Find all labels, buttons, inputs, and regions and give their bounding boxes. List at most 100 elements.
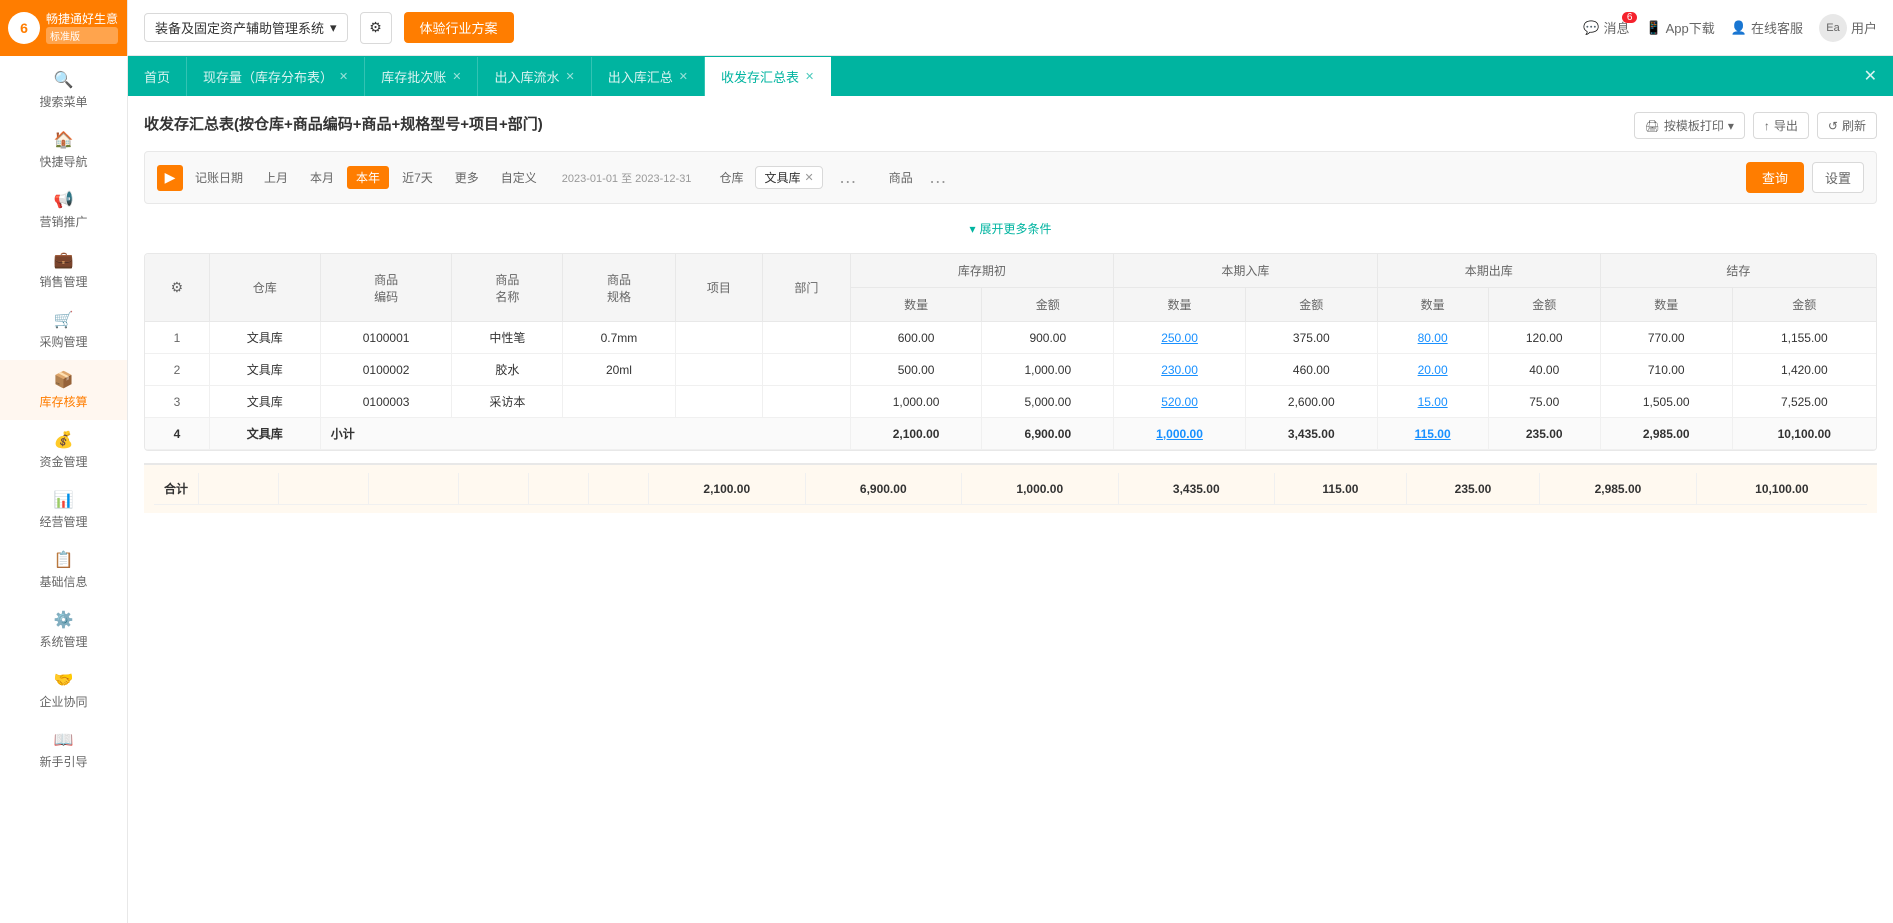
cell-dept: [763, 322, 851, 354]
subtotal-warehouse: 文具库: [209, 418, 320, 450]
online-service-button[interactable]: 👤 在线客服: [1731, 18, 1803, 37]
date-option-本月[interactable]: 本月: [301, 166, 343, 189]
sidebar-item-inventory[interactable]: 📦库存核算: [0, 360, 127, 420]
purchase-icon: 🛒: [54, 310, 74, 330]
column-settings-icon[interactable]: ⚙: [171, 279, 184, 295]
date-range-text: 2023-01-01 至 2023-12-31: [562, 170, 692, 186]
app-download-label: App下载: [1666, 18, 1715, 37]
user-menu-button[interactable]: Ea 用户: [1819, 14, 1877, 42]
cell-balance-amt: 1,420.00: [1732, 354, 1876, 386]
total-footer: 合计 2,100.00 6,900.00 1,000.00 3,435.00 1…: [144, 463, 1877, 513]
sidebar-nav: 🔍搜索菜单🏠快捷导航📢营销推广💼销售管理🛒采购管理📦库存核算💰资金管理📊经营管理…: [0, 56, 127, 923]
sidebar-item-collab[interactable]: 🤝企业协同: [0, 660, 127, 720]
tab-[interactable]: 库存批次账 ✕: [365, 57, 478, 96]
tab-close-icon[interactable]: ✕: [566, 70, 575, 83]
cell-out-qty[interactable]: 80.00: [1377, 322, 1488, 354]
data-table-wrap: ⚙ 仓库 商品编码 商品名称 商品规格 项目 部门 库存期初 本期入库 本期出库…: [144, 253, 1877, 451]
cell-goods-code: 0100003: [320, 386, 452, 418]
cell-goods-code: 0100002: [320, 354, 452, 386]
th-opening-amt: 金额: [982, 288, 1114, 322]
tab-[interactable]: 首页: [128, 57, 187, 96]
export-button[interactable]: ↑ 导出: [1753, 112, 1809, 139]
cell-in-amt: 2,600.00: [1245, 386, 1377, 418]
date-option-更多[interactable]: 更多: [446, 166, 488, 189]
sidebar-item-quicknav[interactable]: 🏠快捷导航: [0, 120, 127, 180]
tab-[interactable]: 收发存汇总表✕: [705, 57, 831, 96]
th-group-in: 本期入库: [1114, 254, 1377, 288]
try-industry-button[interactable]: 体验行业方案: [404, 12, 514, 43]
service-icon: 👤: [1731, 20, 1747, 36]
total-opening-qty: 2,100.00: [649, 473, 806, 505]
sidebar-item-search[interactable]: 🔍搜索菜单: [0, 60, 127, 120]
tab-[interactable]: 出入库流水✕: [478, 57, 591, 96]
cell-in-qty[interactable]: 250.00: [1114, 322, 1246, 354]
tab-close-icon[interactable]: ✕: [452, 70, 461, 83]
th-settings[interactable]: ⚙: [145, 254, 209, 322]
app-download-button[interactable]: 📱 App下载: [1645, 18, 1714, 37]
cell-out-qty[interactable]: 20.00: [1377, 354, 1488, 386]
cell-out-qty[interactable]: 15.00: [1377, 386, 1488, 418]
warehouse-tag-close-button[interactable]: ✕: [804, 171, 813, 184]
date-option-自定义[interactable]: 自定义: [492, 166, 546, 189]
sidebar-item-purchase[interactable]: 🛒采购管理: [0, 300, 127, 360]
sidebar-logo: 6 畅捷通好生意 标准版: [0, 0, 127, 56]
sidebar-item-basic[interactable]: 📋基础信息: [0, 540, 127, 600]
th-goods-code: 商品编码: [320, 254, 452, 322]
date-option-近7天[interactable]: 近7天: [393, 166, 442, 189]
date-option-本年[interactable]: 本年: [347, 166, 389, 189]
expand-icon: ▾: [969, 222, 975, 236]
th-in-amt: 金额: [1245, 288, 1377, 322]
warehouse-more-button[interactable]: …: [835, 167, 861, 188]
sidebar-item-label: 搜索菜单: [39, 93, 87, 110]
subtotal-out-qty[interactable]: 115.00: [1377, 418, 1488, 450]
subtotal-in-qty[interactable]: 1,000.00: [1114, 418, 1246, 450]
refresh-button[interactable]: ↺ 刷新: [1817, 112, 1877, 139]
refresh-icon: ↺: [1828, 119, 1838, 133]
tab-bar-close-button[interactable]: ✕: [1848, 56, 1893, 96]
total-label: 合计: [154, 473, 199, 505]
cell-goods-name: 胶水: [452, 354, 563, 386]
print-template-button[interactable]: 🖨 按模板打印 ▾: [1634, 112, 1745, 139]
th-goods-name: 商品名称: [452, 254, 563, 322]
date-options: 上月本月本年近7天更多自定义: [255, 166, 546, 189]
tab-label: 库存批次账: [381, 67, 446, 86]
settings-button[interactable]: ⚙: [360, 12, 392, 44]
cell-opening-amt: 5,000.00: [982, 386, 1114, 418]
tab-[interactable]: 现存量（库存分布表）✕: [187, 57, 365, 96]
cell-in-qty[interactable]: 230.00: [1114, 354, 1246, 386]
system-title-text: 装备及固定资产辅助管理系统: [155, 18, 324, 37]
system-title-select[interactable]: 装备及固定资产辅助管理系统 ▾: [144, 13, 348, 42]
tab-bar: 首页现存量（库存分布表）✕库存批次账✕出入库流水✕出入库汇总✕收发存汇总表✕✕: [128, 56, 1893, 96]
tab-[interactable]: 出入库汇总✕: [592, 57, 705, 96]
tab-close-icon[interactable]: ✕: [679, 70, 688, 83]
filter-setting-button[interactable]: 设置: [1812, 162, 1864, 193]
cell-goods-name: 中性笔: [452, 322, 563, 354]
goods-more-button[interactable]: …: [925, 167, 951, 188]
sidebar-item-marketing[interactable]: 📢营销推广: [0, 180, 127, 240]
table-row: 1 文具库 0100001 中性笔 0.7mm 600.00 900.00 25…: [145, 322, 1876, 354]
expand-more-button[interactable]: ▾ 展开更多条件: [144, 216, 1877, 241]
warehouse-filter-label: 仓库: [719, 169, 743, 186]
cell-in-qty[interactable]: 520.00: [1114, 386, 1246, 418]
top-header: 装备及固定资产辅助管理系统 ▾ ⚙ 体验行业方案 💬 消息 6 📱 App下载 …: [128, 0, 1893, 56]
sidebar-item-system[interactable]: ⚙️系统管理: [0, 600, 127, 660]
filter-toggle-button[interactable]: ▶: [157, 165, 183, 191]
sidebar-item-finance[interactable]: 💰资金管理: [0, 420, 127, 480]
sales-icon: 💼: [54, 250, 74, 270]
user-avatar: Ea: [1819, 14, 1847, 42]
user-initials: Ea: [1826, 22, 1839, 34]
sidebar-item-sales[interactable]: 💼销售管理: [0, 240, 127, 300]
th-group-out: 本期出库: [1377, 254, 1600, 288]
query-button[interactable]: 查询: [1746, 162, 1804, 193]
logo-icon: 6: [8, 12, 40, 44]
guide-icon: 📖: [54, 730, 74, 750]
message-button[interactable]: 💬 消息 6: [1583, 18, 1629, 37]
date-option-上月[interactable]: 上月: [255, 166, 297, 189]
subtotal-in-amt: 3,435.00: [1245, 418, 1377, 450]
tab-close-icon[interactable]: ✕: [339, 70, 348, 83]
sidebar-item-label: 企业协同: [39, 693, 87, 710]
tab-close-icon[interactable]: ✕: [805, 70, 814, 83]
cell-balance-amt: 7,525.00: [1732, 386, 1876, 418]
sidebar-item-operations[interactable]: 📊经营管理: [0, 480, 127, 540]
sidebar-item-guide[interactable]: 📖新手引导: [0, 720, 127, 780]
